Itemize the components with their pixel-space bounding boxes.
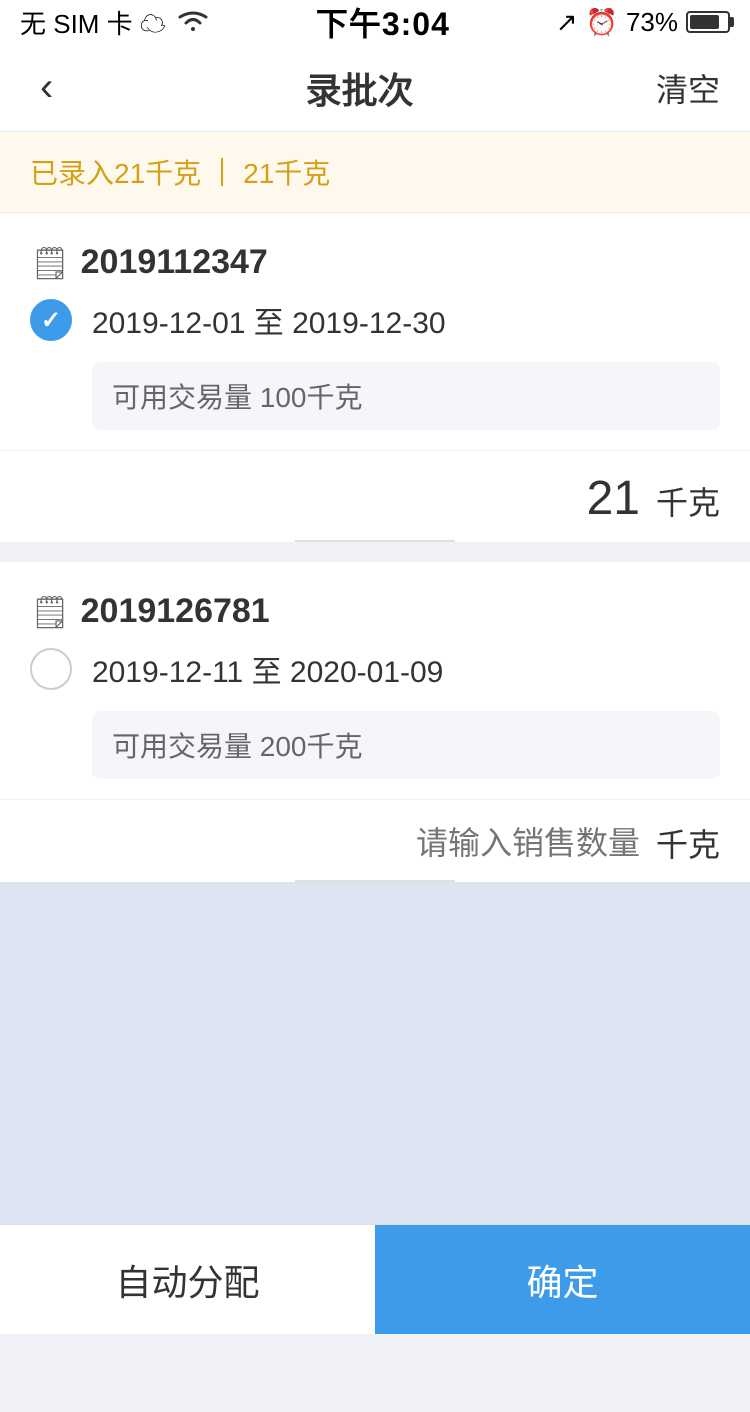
- recorded-value: 21千克: [243, 152, 330, 192]
- doc-icon-1: 🗒: [30, 244, 71, 282]
- batch2-availability: 可用交易量 200千克: [92, 711, 720, 779]
- battery-percent: 73%: [626, 7, 678, 38]
- nav-bar: ‹ 录批次 清空: [0, 44, 750, 132]
- batch2-input-row: 千克: [0, 799, 750, 886]
- wifi-icon: [176, 9, 210, 35]
- batch2-header: 🗒 2019126781: [30, 592, 720, 631]
- doc-icon-2: 🗒: [30, 593, 71, 631]
- batch2-card: 🗒 2019126781 2019-12-11 至 2020-01-09 可用交…: [0, 562, 750, 799]
- sim-label: 无 SIM 卡 ☁: [20, 4, 166, 41]
- batch1-row[interactable]: 2019-12-01 至 2019-12-30: [30, 298, 720, 342]
- status-time: 下午3:04: [316, 0, 450, 45]
- quantity-input[interactable]: [240, 825, 640, 862]
- auto-distribute-button[interactable]: 自动分配: [0, 1225, 375, 1334]
- clear-button[interactable]: 清空: [656, 65, 720, 111]
- batch1-availability: 可用交易量 100千克: [92, 362, 720, 430]
- batch1-amount-row: 21 千克: [0, 450, 750, 546]
- alarm-icon: ⏰: [586, 7, 618, 38]
- bottom-bar: 自动分配 确定: [0, 1224, 750, 1334]
- recorded-label: 已录入21千克: [30, 152, 201, 192]
- info-banner: 已录入21千克 21千克: [0, 132, 750, 213]
- batch1-header: 🗒 2019112347: [30, 243, 720, 282]
- batch1-id: 2019112347: [81, 243, 268, 282]
- banner-divider: [221, 158, 223, 186]
- location-icon: ↗: [556, 7, 578, 38]
- back-button[interactable]: ‹: [30, 55, 63, 120]
- batch1-amount-unit: 千克: [656, 478, 720, 524]
- batch1-amount-value: 21: [587, 471, 640, 526]
- page-title: 录批次: [306, 62, 414, 114]
- batch2-radio[interactable]: [30, 648, 72, 690]
- batch1-radio[interactable]: [30, 299, 72, 341]
- status-left: 无 SIM 卡 ☁: [20, 4, 210, 41]
- batch1-date: 2019-12-01 至 2019-12-30: [92, 298, 446, 342]
- confirm-button[interactable]: 确定: [375, 1225, 750, 1334]
- batch2-row[interactable]: 2019-12-11 至 2020-01-09: [30, 647, 720, 691]
- batch1-card: 🗒 2019112347 2019-12-01 至 2019-12-30 可用交…: [0, 213, 750, 450]
- battery-icon: [686, 11, 730, 33]
- status-right: ↗ ⏰ 73%: [556, 7, 730, 38]
- card-separator: [0, 542, 750, 562]
- status-bar: 无 SIM 卡 ☁ 下午3:04 ↗ ⏰ 73%: [0, 0, 750, 44]
- batch2-id: 2019126781: [81, 592, 270, 631]
- batch2-date: 2019-12-11 至 2020-01-09: [92, 647, 443, 691]
- batch2-unit: 千克: [656, 820, 720, 866]
